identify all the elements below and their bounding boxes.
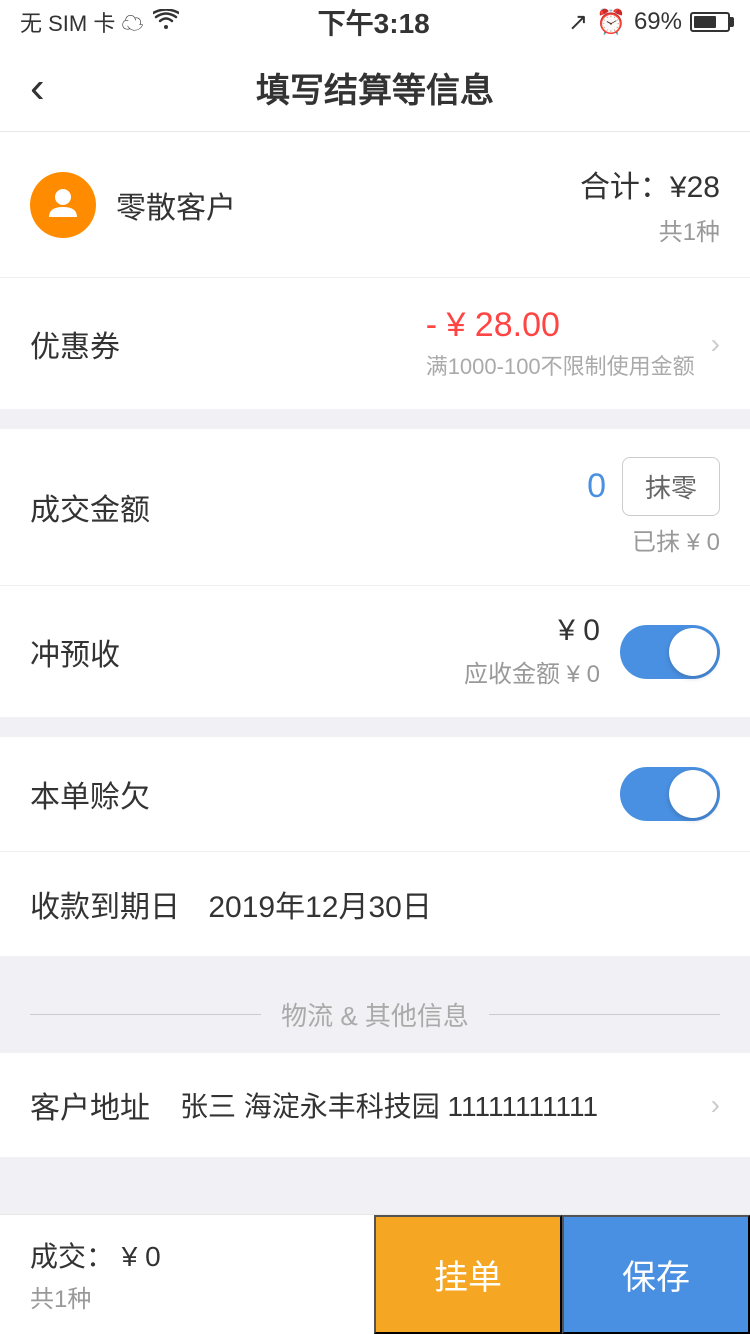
no-sim-label: 无 SIM 卡 ☁ [20, 6, 143, 38]
bottom-count: 共1种 [30, 1279, 344, 1314]
page-title: 填写结算等信息 [256, 63, 494, 112]
bottom-transaction-value: ¥ 0 [122, 1241, 161, 1272]
status-bar-right: ↗ ⏰ 69% [568, 8, 730, 37]
wifi-icon [153, 9, 179, 35]
debt-section: 本单赊欠 收款到期日 2019年12月30日 [0, 737, 750, 956]
battery-icon [690, 12, 730, 32]
prepayment-label: 冲预收 [30, 630, 120, 674]
back-button[interactable]: ‹ [30, 66, 45, 110]
status-bar: 无 SIM 卡 ☁ 下午3:18 ↗ ⏰ 69% [0, 0, 750, 44]
debt-toggle[interactable] [620, 767, 720, 821]
customer-total: 合计：¥28 共1种 [580, 162, 720, 247]
customer-row: 零散客户 合计：¥28 共1种 [0, 132, 750, 277]
alarm-icon: ⏰ [596, 8, 626, 37]
time-display: 下午3:18 [318, 2, 430, 42]
location-icon: ↗ [568, 8, 588, 37]
prepayment-row: 冲预收 ¥ 0 应收金额 ¥ 0 [0, 586, 750, 717]
prepayment-value: ¥ 0 [464, 614, 600, 648]
customer-name: 零散客户 [116, 183, 236, 227]
prepayment-toggle[interactable] [620, 625, 720, 679]
address-label: 客户地址 [30, 1083, 150, 1127]
toggle-knob [669, 628, 717, 676]
debt-toggle-knob [669, 770, 717, 818]
transaction-label: 成交金额 [30, 485, 150, 529]
transaction-right: 0 抹零 [587, 457, 720, 516]
debt-label: 本单赊欠 [30, 772, 150, 816]
status-bar-left: 无 SIM 卡 ☁ [20, 6, 179, 38]
transaction-value: 0 [587, 467, 606, 506]
battery-pct: 69% [634, 8, 682, 36]
logistics-section: 物流 & 其他信息 [0, 976, 750, 1053]
avatar [30, 172, 96, 238]
save-button[interactable]: 保存 [562, 1215, 750, 1334]
due-date-row: 收款到期日 2019年12月30日 [0, 851, 750, 956]
hold-button[interactable]: 挂单 [374, 1215, 562, 1334]
coupon-right: - ¥ 28.00 满1000-100不限制使用金额 › [426, 306, 720, 381]
coupon-label: 优惠券 [30, 322, 120, 366]
bottom-bar: 成交： ¥ 0 共1种 挂单 保存 [0, 1214, 750, 1334]
address-chevron-icon: › [711, 1089, 720, 1121]
customer-section: 零散客户 合计：¥28 共1种 优惠券 - ¥ 28.00 满1000-100不… [0, 132, 750, 409]
bottom-info: 成交： ¥ 0 共1种 [0, 1235, 374, 1314]
content-area: 零散客户 合计：¥28 共1种 优惠券 - ¥ 28.00 满1000-100不… [0, 132, 750, 1277]
customer-info: 零散客户 [30, 172, 236, 238]
avatar-icon [45, 183, 81, 227]
nav-bar: ‹ 填写结算等信息 [0, 44, 750, 132]
address-chevron: › [705, 1089, 720, 1121]
address-section[interactable]: 客户地址 张三 海淀永丰科技园 11111111111 › [0, 1053, 750, 1157]
bottom-transaction: 成交： ¥ 0 [30, 1235, 344, 1275]
logistics-label: 物流 & 其他信息 [281, 996, 469, 1033]
transaction-sub: 已抹 ¥ 0 [587, 522, 720, 557]
prepayment-sub: 应收金额 ¥ 0 [464, 654, 600, 689]
debt-row: 本单赊欠 [0, 737, 750, 851]
due-date-label: 收款到期日 [30, 891, 180, 924]
total-amount: 合计：¥28 [580, 162, 720, 206]
coupon-discount: - ¥ 28.00 [426, 306, 695, 345]
bottom-transaction-label: 成交： [30, 1241, 114, 1272]
due-date-value: 2019年12月30日 [208, 891, 431, 924]
chevron-right-icon: › [711, 328, 720, 360]
bottom-actions: 挂单 保存 [374, 1215, 750, 1334]
coupon-row[interactable]: 优惠券 - ¥ 28.00 满1000-100不限制使用金额 › [0, 277, 750, 409]
total-count: 共1种 [580, 212, 720, 247]
logistics-divider: 物流 & 其他信息 [0, 996, 750, 1033]
address-value: 张三 海淀永丰科技园 11111111111 [180, 1085, 705, 1125]
address-row[interactable]: 客户地址 张三 海淀永丰科技园 11111111111 › [0, 1053, 750, 1157]
round-zero-button[interactable]: 抹零 [622, 457, 720, 516]
coupon-desc: 满1000-100不限制使用金额 [426, 349, 695, 381]
transaction-section: 成交金额 0 抹零 已抹 ¥ 0 冲预收 ¥ 0 应收金额 ¥ 0 [0, 429, 750, 717]
transaction-row: 成交金额 0 抹零 已抹 ¥ 0 [0, 429, 750, 586]
